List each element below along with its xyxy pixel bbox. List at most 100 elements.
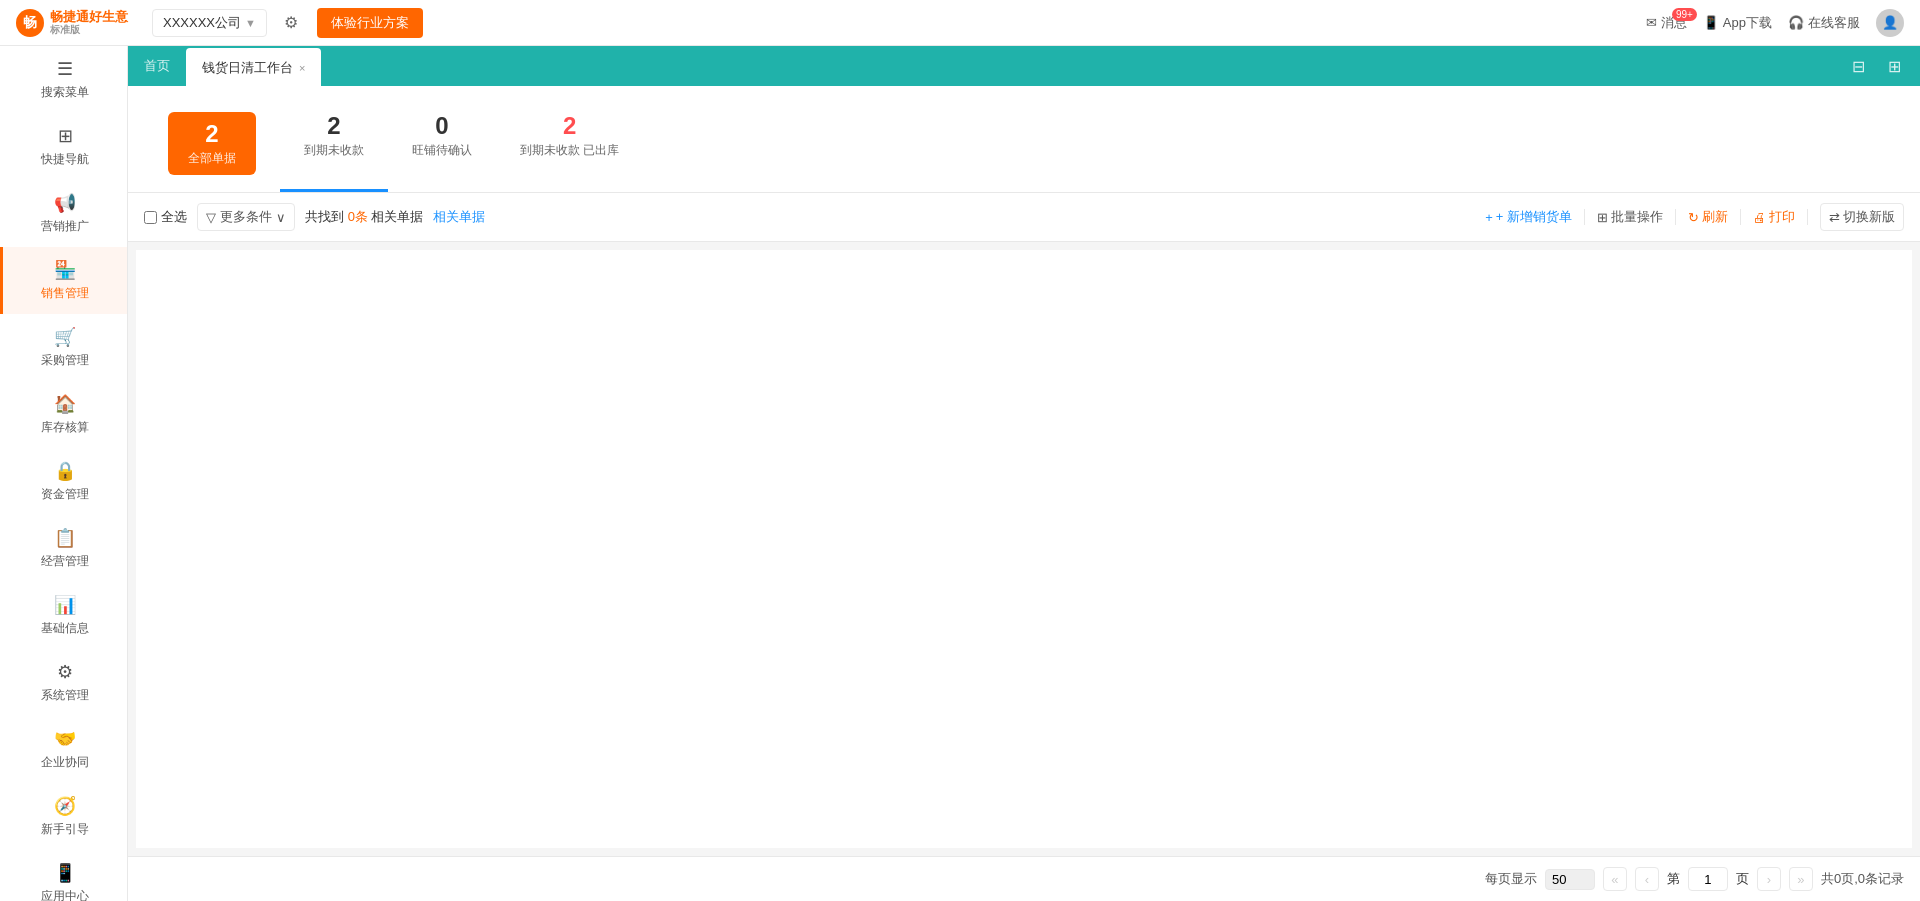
tab-cash-flow-label: 钱货日清工作台 (202, 59, 293, 77)
page-prefix: 第 (1667, 870, 1680, 888)
settings-button[interactable]: ⚙ (275, 7, 307, 39)
sidebar-item-purchase[interactable]: 🛒 采购管理 (0, 314, 127, 381)
toolbar-left: 全选 ▽ 更多条件 ∨ 共找到 0条 相关单据 相关单据 (144, 203, 1475, 231)
next-page-button[interactable]: › (1757, 867, 1781, 891)
found-count: 0条 (348, 209, 368, 224)
trial-button[interactable]: 体验行业方案 (317, 8, 423, 38)
more-conditions-button[interactable]: ▽ 更多条件 ∨ (197, 203, 295, 231)
select-all-input[interactable] (144, 211, 157, 224)
sidebar-icon-operation: 📋 (54, 527, 76, 549)
batch-icon: ⊞ (1597, 210, 1608, 225)
sidebar-label-operation: 经营管理 (41, 553, 89, 570)
switch-version-button[interactable]: ⇄ 切换新版 (1820, 203, 1904, 231)
tab-home-label: 首页 (144, 57, 170, 75)
print-icon: 🖨 (1753, 210, 1766, 225)
sidebar-item-marketing[interactable]: 📢 营销推广 (0, 180, 127, 247)
last-page-button[interactable]: » (1789, 867, 1813, 891)
toolbar-divider-2 (1675, 209, 1676, 225)
sidebar-icon-app-center: 📱 (54, 862, 76, 884)
sidebar-icon-quick-nav: ⊞ (58, 125, 73, 147)
summary-card-overdue[interactable]: 2 到期未收款 (280, 102, 388, 192)
sidebar-label-cooperation: 企业协同 (41, 754, 89, 771)
prev-page-button[interactable]: ‹ (1635, 867, 1659, 891)
sidebar-label-sales: 销售管理 (41, 285, 89, 302)
more-conditions-label: 更多条件 (220, 208, 272, 226)
sidebar-item-basic[interactable]: 📊 基础信息 (0, 582, 127, 649)
sidebar-icon-search: ☰ (57, 58, 73, 80)
company-name: XXXXXX公司 (163, 14, 241, 32)
tab-close-icon[interactable]: × (299, 62, 305, 74)
sidebar-item-cooperation[interactable]: 🤝 企业协同 (0, 716, 127, 783)
sidebar-label-app-center: 应用中心 (41, 888, 89, 901)
chevron-down-icon: ∨ (276, 210, 286, 225)
sidebar-item-system[interactable]: ⚙ 系统管理 (0, 649, 127, 716)
print-label: 打印 (1769, 208, 1795, 226)
pending-count: 0 (412, 112, 472, 140)
message-badge: 99+ (1672, 8, 1697, 21)
add-label: + 新增销货单 (1496, 208, 1572, 226)
tab-cash-flow[interactable]: 钱货日清工作台 × (186, 48, 321, 88)
summary-card-out-warehouse[interactable]: 2 到期未收款 已出库 (496, 102, 643, 192)
related-orders-link[interactable]: 相关单据 (433, 208, 485, 226)
all-count: 2 (188, 120, 236, 148)
sidebar-label-purchase: 采购管理 (41, 352, 89, 369)
tab-bar-actions: ⊟ ⊞ (1844, 52, 1920, 80)
add-icon: + (1485, 210, 1493, 225)
content-area: 2 全部单据 2 到期未收款 0 旺铺待确认 2 到期未收款 已出库 (128, 86, 1920, 901)
summary-cards: 2 全部单据 2 到期未收款 0 旺铺待确认 2 到期未收款 已出库 (128, 86, 1920, 193)
company-selector[interactable]: XXXXXX公司 ▼ (152, 9, 267, 37)
logo: 畅 畅捷通好生意 标准版 (16, 9, 144, 37)
sidebar-item-finance[interactable]: 🔒 资金管理 (0, 448, 127, 515)
sidebar-label-search: 搜索菜单 (41, 84, 89, 101)
select-all-checkbox[interactable]: 全选 (144, 208, 187, 226)
page-size-select[interactable]: 20 50 100 200 (1545, 869, 1595, 890)
summary-card-all[interactable]: 2 全部单据 (144, 102, 280, 192)
batch-operation-button[interactable]: ⊞ 批量操作 (1597, 208, 1663, 226)
sidebar-icon-marketing: 📢 (54, 192, 76, 214)
tab-maximize-button[interactable]: ⊞ (1880, 52, 1908, 80)
switch-icon: ⇄ (1829, 210, 1840, 225)
avatar-icon: 👤 (1882, 15, 1898, 30)
toolbar-divider-3 (1740, 209, 1741, 225)
page-input[interactable] (1688, 867, 1728, 891)
logo-icon: 畅 (16, 9, 44, 37)
sidebar-item-guide[interactable]: 🧭 新手引导 (0, 783, 127, 850)
summary-card-pending[interactable]: 0 旺铺待确认 (388, 102, 496, 192)
sidebar: ☰ 搜索菜单 ⊞ 快捷导航 📢 营销推广 🏪 销售管理 🛒 采购管理 🏠 库存核… (0, 46, 128, 901)
sidebar-item-quick-nav[interactable]: ⊞ 快捷导航 (0, 113, 127, 180)
total-text: 共0页,0条记录 (1821, 870, 1904, 888)
sidebar-icon-finance: 🔒 (54, 460, 76, 482)
page-size-wrapper: 20 50 100 200 (1545, 869, 1595, 890)
sidebar-item-operation[interactable]: 📋 经营管理 (0, 515, 127, 582)
logo-sub: 标准版 (50, 24, 128, 36)
message-button[interactable]: ✉ 消息 99+ (1646, 14, 1687, 32)
sidebar-item-search[interactable]: ☰ 搜索菜单 (0, 46, 127, 113)
pending-label: 旺铺待确认 (412, 142, 472, 159)
tab-home[interactable]: 首页 (128, 46, 186, 86)
app-download-button[interactable]: 📱 App下载 (1703, 14, 1772, 32)
sidebar-icon-basic: 📊 (54, 594, 76, 616)
add-order-button[interactable]: + + 新增销货单 (1485, 208, 1572, 226)
toolbar-right: + + 新增销货单 ⊞ 批量操作 ↻ 刷新 🖨 (1485, 203, 1904, 231)
sidebar-item-inventory[interactable]: 🏠 库存核算 (0, 381, 127, 448)
topbar-right: ✉ 消息 99+ 📱 App下载 🎧 在线客服 👤 (1646, 9, 1904, 37)
sidebar-icon-system: ⚙ (57, 661, 73, 683)
sidebar-item-sales[interactable]: 🏪 销售管理 (0, 247, 127, 314)
sidebar-label-system: 系统管理 (41, 687, 89, 704)
online-service-button[interactable]: 🎧 在线客服 (1788, 14, 1860, 32)
refresh-label: 刷新 (1702, 208, 1728, 226)
tab-minimize-button[interactable]: ⊟ (1844, 52, 1872, 80)
refresh-button[interactable]: ↻ 刷新 (1688, 208, 1728, 226)
sidebar-item-app-center[interactable]: 📱 应用中心 (0, 850, 127, 901)
refresh-icon: ↻ (1688, 210, 1699, 225)
overdue-count: 2 (304, 112, 364, 140)
sidebar-label-basic: 基础信息 (41, 620, 89, 637)
sidebar-label-quick-nav: 快捷导航 (41, 151, 89, 168)
pagination: 每页显示 20 50 100 200 « ‹ 第 页 › » 共0页,0条记录 (128, 856, 1920, 901)
avatar[interactable]: 👤 (1876, 9, 1904, 37)
first-page-button[interactable]: « (1603, 867, 1627, 891)
filter-icon: ▽ (206, 210, 216, 225)
batch-label: 批量操作 (1611, 208, 1663, 226)
page-size-label: 每页显示 (1485, 870, 1537, 888)
print-button[interactable]: 🖨 打印 (1753, 208, 1795, 226)
